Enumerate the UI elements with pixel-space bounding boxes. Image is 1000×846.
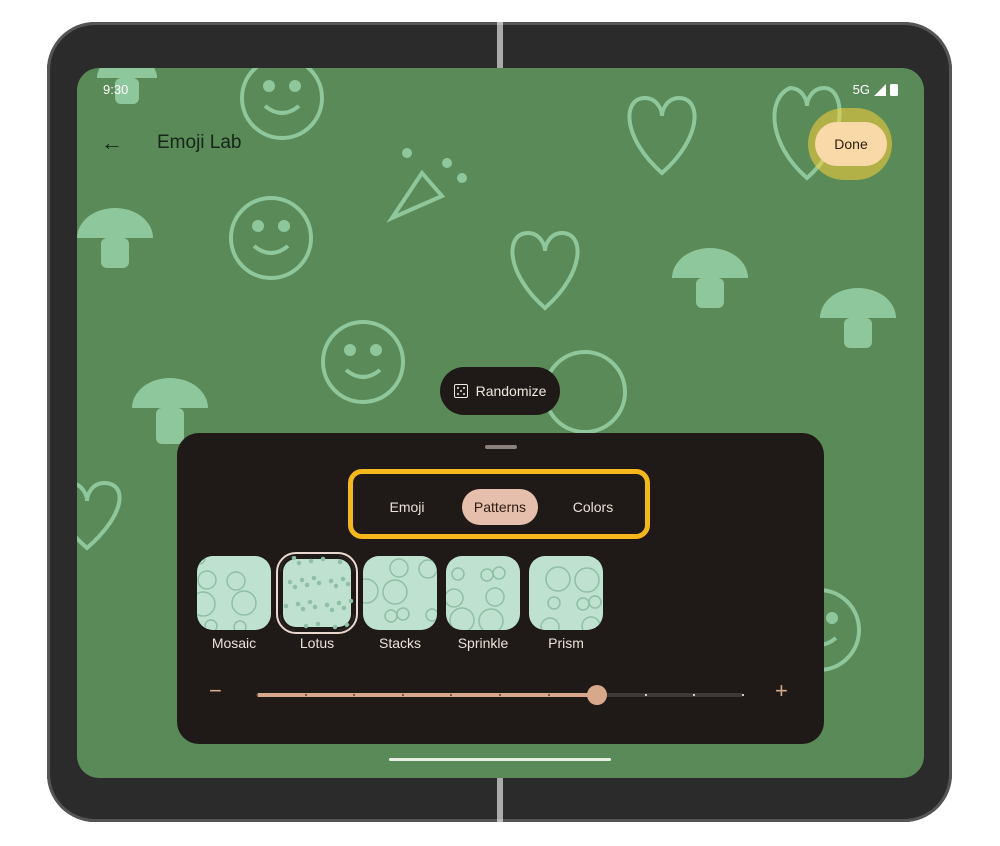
smiley-icon xyxy=(240,68,324,140)
pattern-label: Sprinkle xyxy=(457,635,509,651)
heart-icon xyxy=(627,95,697,176)
slider-tick xyxy=(304,694,307,696)
pattern-preview-icon xyxy=(540,566,602,630)
signal-icon xyxy=(874,83,886,96)
slider-tick xyxy=(401,694,404,696)
decrease-button[interactable]: − xyxy=(209,678,222,704)
pattern-sprinkle[interactable] xyxy=(446,556,520,630)
back-button[interactable]: ← xyxy=(101,130,123,156)
done-button[interactable]: Done xyxy=(815,122,887,166)
dice-icon xyxy=(453,384,468,398)
slider-tick xyxy=(256,694,258,696)
slider-tick xyxy=(742,694,744,696)
mushroom-icon xyxy=(820,288,896,348)
randomize-label: Randomize xyxy=(475,383,547,399)
status-time: 9:30 xyxy=(103,82,129,97)
slider-tick xyxy=(499,694,501,696)
pattern-prism[interactable] xyxy=(529,556,603,630)
mushroom-icon xyxy=(672,248,748,308)
pattern-label: Mosaic xyxy=(211,635,257,651)
screen: 9:30 5G ← Emoji Lab Done Randomize Emoji… xyxy=(77,68,924,778)
slider-tick xyxy=(644,694,647,696)
page-title: Emoji Lab xyxy=(157,132,242,153)
pattern-mosaic[interactable] xyxy=(197,556,271,630)
slider-tick xyxy=(693,694,696,696)
drag-handle[interactable] xyxy=(485,445,517,449)
pattern-label: Prism xyxy=(548,635,584,651)
slider-thumb[interactable] xyxy=(587,685,608,705)
density-slider[interactable] xyxy=(256,685,744,705)
pattern-preview-icon xyxy=(280,556,354,630)
pattern-preview-icon xyxy=(363,558,437,623)
pattern-preview-icon xyxy=(446,566,506,630)
tab-emoji[interactable]: Emoji xyxy=(373,489,441,525)
bottom-sheet: Emoji Patterns Colors Mosaic Lotus Stacks S… xyxy=(177,433,824,744)
increase-button[interactable]: + xyxy=(775,678,788,704)
pattern-lotus[interactable] xyxy=(276,552,358,634)
smiley-icon xyxy=(229,196,313,280)
pattern-label: Lotus xyxy=(299,635,335,651)
randomize-button[interactable]: Randomize xyxy=(440,367,560,415)
battery-icon xyxy=(890,84,898,96)
tab-colors[interactable]: Colors xyxy=(558,489,628,525)
pattern-preview-icon xyxy=(197,556,257,630)
pattern-stacks[interactable] xyxy=(363,556,437,630)
network-label: 5G xyxy=(852,82,870,97)
gesture-bar[interactable] xyxy=(389,758,611,761)
slider-tick xyxy=(547,694,550,696)
pattern-label: Stacks xyxy=(378,635,421,651)
smiley-icon xyxy=(321,320,405,404)
mushroom-icon xyxy=(77,208,153,268)
status-icons: 5G xyxy=(853,82,898,97)
tab-patterns[interactable]: Patterns xyxy=(462,489,538,525)
slider-fill xyxy=(257,693,598,697)
party-popper-icon xyxy=(386,148,467,223)
heart-icon xyxy=(77,480,122,551)
heart-icon xyxy=(510,230,580,311)
